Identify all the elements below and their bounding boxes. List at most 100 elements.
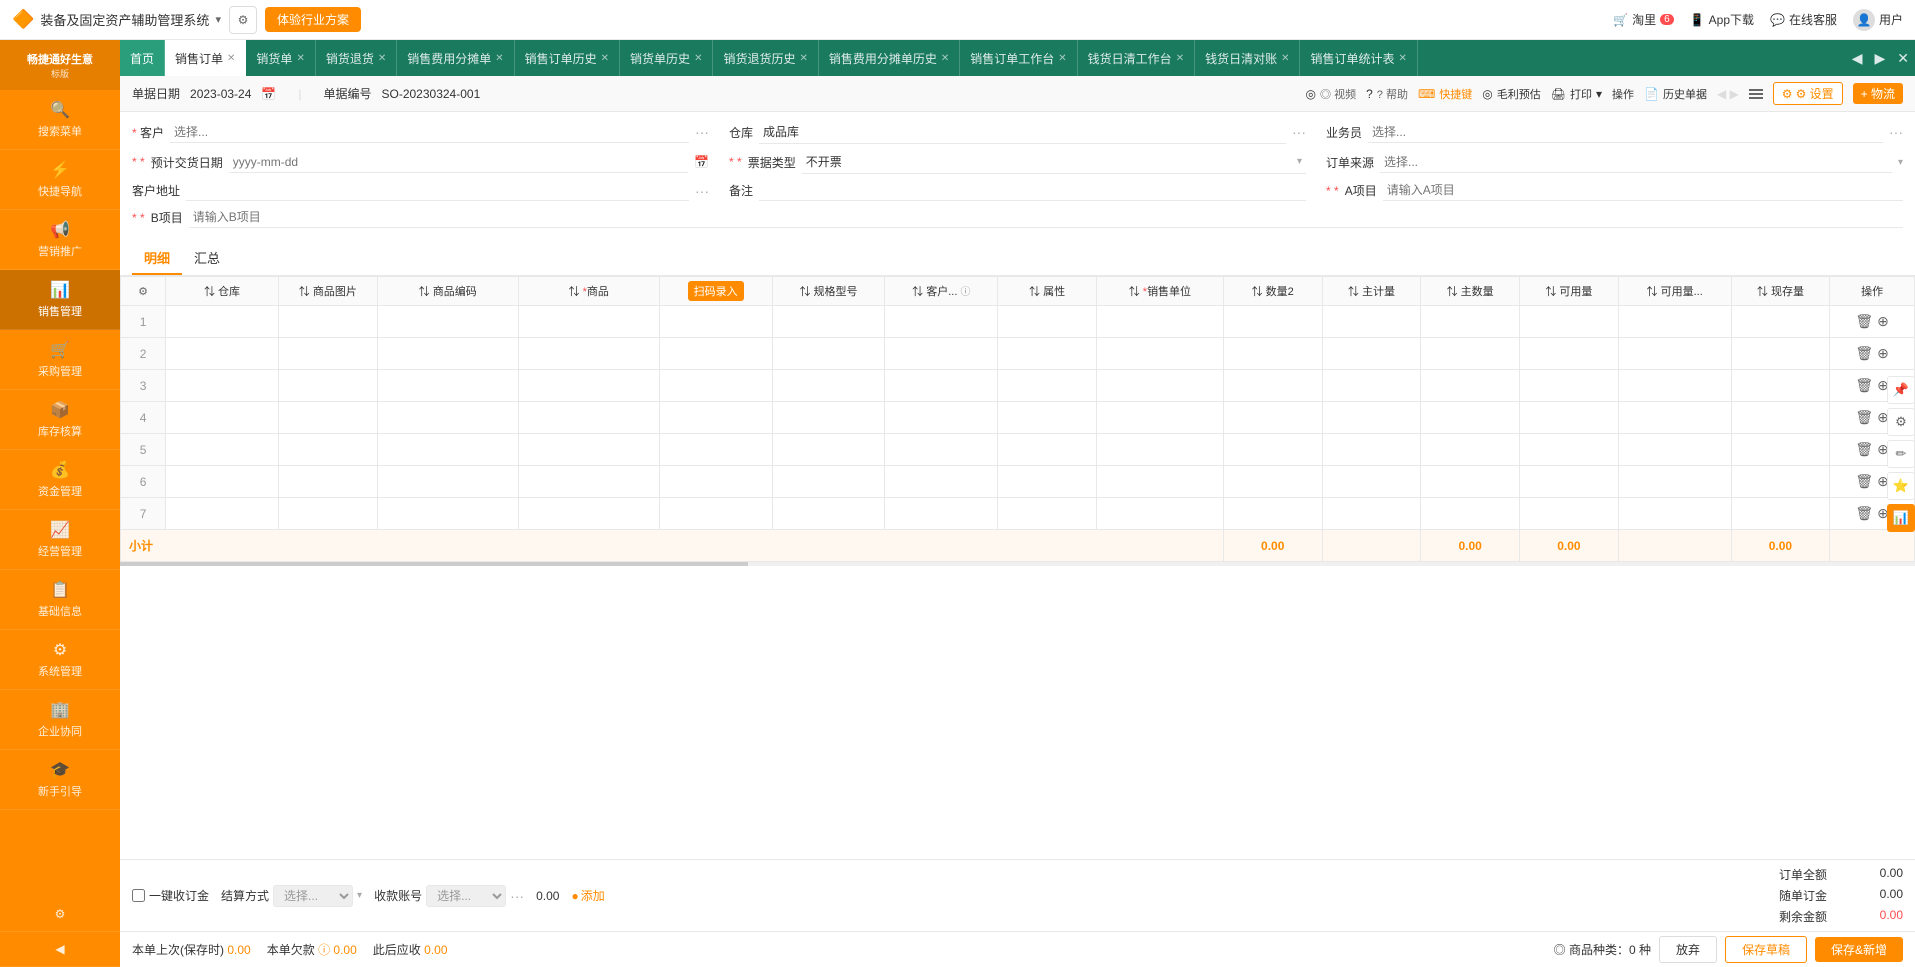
sort-main-unit[interactable]: ⇅ <box>1348 286 1359 298</box>
float-btn-1[interactable]: 📌 <box>1887 376 1915 404</box>
sidebar-item-operations[interactable]: 📈 经营管理 <box>0 510 120 570</box>
system-dropdown-icon[interactable]: ▾ <box>215 13 221 26</box>
b-project-input[interactable] <box>189 207 1903 228</box>
shop-link[interactable]: 🛒 淘里 6 <box>1613 11 1674 28</box>
settings-button[interactable]: ⚙ <box>229 6 257 34</box>
sidebar-item-purchase[interactable]: 🛒 采购管理 <box>0 330 120 390</box>
a-project-input[interactable] <box>1383 180 1903 201</box>
user-menu[interactable]: 👤 用户 <box>1853 9 1903 31</box>
sidebar-item-sales[interactable]: 📊 销售管理 <box>0 270 120 330</box>
float-btn-4[interactable]: ⭐ <box>1887 472 1915 500</box>
tab-close-stats[interactable]: ✕ <box>1399 53 1407 64</box>
copy-row-icon[interactable]: ⊕ <box>1877 313 1889 330</box>
receipt-account-select[interactable]: 选择... <box>426 885 506 907</box>
sort-avail-more[interactable]: ⇅ <box>1647 286 1658 298</box>
tab-sales-return[interactable]: 销货单 ✕ <box>246 40 315 76</box>
sidebar-item-basic[interactable]: 📋 基础信息 <box>0 570 120 630</box>
sort-product[interactable]: ⇅ <box>569 286 580 298</box>
online-service-link[interactable]: 💬 在线客服 <box>1770 11 1837 28</box>
sidebar-item-search[interactable]: 🔍 搜索菜单 <box>0 90 120 150</box>
customer-address-input[interactable] <box>186 180 689 201</box>
tab-detail[interactable]: 明细 <box>132 242 182 275</box>
order-source-dropdown[interactable]: ▾ <box>1898 157 1903 168</box>
profit-estimate-button[interactable]: ◎ 毛利预估 <box>1482 86 1540 102</box>
operation-button[interactable]: 操作 <box>1612 86 1634 102</box>
shortcut-button[interactable]: ⌨ 快捷键 <box>1418 86 1472 102</box>
tab-close-expense-history[interactable]: ✕ <box>941 53 949 64</box>
sort-avail[interactable]: ⇅ <box>1545 286 1556 298</box>
copy-row-icon[interactable]: ⊕ <box>1877 345 1889 362</box>
customer-more-button[interactable]: ··· <box>695 124 709 140</box>
tab-sales-expense-split[interactable]: 销售费用分摊单 ✕ <box>397 40 514 76</box>
salesperson-input[interactable] <box>1368 122 1883 143</box>
tab-close-return-history[interactable]: ✕ <box>694 53 702 64</box>
tab-close-cash-workbench[interactable]: ✕ <box>1176 53 1184 64</box>
sidebar-item-quick-nav[interactable]: ⚡ 快捷导航 <box>0 150 120 210</box>
tab-cash-daily-workbench[interactable]: 钱货日清工作台 ✕ <box>1078 40 1195 76</box>
tab-close-expense-split[interactable]: ✕ <box>495 53 503 64</box>
tab-sales-workbench[interactable]: 销售订单工作台 ✕ <box>960 40 1077 76</box>
settle-dropdown-icon[interactable]: ▾ <box>357 890 362 901</box>
delete-row-icon[interactable]: 🗑 <box>1855 313 1873 330</box>
discard-button[interactable]: 放弃 <box>1659 936 1717 963</box>
tab-close-sales-refund[interactable]: ✕ <box>378 53 386 64</box>
add-button[interactable]: ● 添加 <box>571 887 604 904</box>
sort-main-qty[interactable]: ⇅ <box>1447 286 1458 298</box>
sort-spec[interactable]: ⇅ <box>799 286 810 298</box>
sort-unit[interactable]: ⇅ <box>1129 286 1140 298</box>
current-amount-info-icon[interactable]: ⓘ <box>318 943 330 957</box>
sidebar-item-enterprise[interactable]: 🏢 企业协同 <box>0 690 120 750</box>
tab-summary[interactable]: 汇总 <box>182 242 232 275</box>
sidebar-item-system[interactable]: ⚙ 系统管理 <box>0 630 120 690</box>
tab-sales-refund-history[interactable]: 销货退货历史 ✕ <box>713 40 818 76</box>
system-name[interactable]: 🔶 装备及固定资产辅助管理系统 ▾ <box>12 9 221 30</box>
grid-view-button[interactable] <box>1749 89 1763 99</box>
tab-sales-return-history[interactable]: 销货单历史 ✕ <box>620 40 713 76</box>
sort-warehouse[interactable]: ⇅ <box>204 286 215 298</box>
receipt-more-button[interactable]: ··· <box>510 888 524 904</box>
delete-row-icon[interactable]: 🗑 <box>1855 345 1873 362</box>
delete-row-icon[interactable]: 🗑 <box>1855 441 1873 458</box>
tab-sales-expense-history[interactable]: 销售费用分摊单历史 ✕ <box>819 40 960 76</box>
save-draft-button[interactable]: 保存草稿 <box>1725 936 1807 963</box>
sidebar-item-marketing[interactable]: 📢 营销推广 <box>0 210 120 270</box>
one-click-label[interactable]: 一键收订金 <box>132 887 209 904</box>
tab-sales-stats[interactable]: 销售订单统计表 ✕ <box>1300 40 1417 76</box>
tab-close-sales-return[interactable]: ✕ <box>296 53 304 64</box>
customer-input[interactable] <box>170 122 689 143</box>
calendar-icon[interactable]: 📅 <box>261 87 276 101</box>
sort-img[interactable]: ⇅ <box>299 286 310 298</box>
one-click-checkbox[interactable] <box>132 889 145 902</box>
float-btn-2[interactable]: ⚙ <box>1887 408 1915 436</box>
delete-row-icon[interactable]: 🗑 <box>1855 409 1873 426</box>
salesperson-more-button[interactable]: ··· <box>1889 124 1903 140</box>
sort-code[interactable]: ⇅ <box>419 286 430 298</box>
sort-current[interactable]: ⇅ <box>1757 286 1768 298</box>
print-button[interactable]: 🖨 打印 ▾ <box>1551 86 1602 102</box>
tab-next-button[interactable]: ▶ <box>1868 50 1891 67</box>
tab-close-cash-reconcile[interactable]: ✕ <box>1281 53 1289 64</box>
tab-cash-daily-reconcile[interactable]: 钱货日清对账 ✕ <box>1195 40 1300 76</box>
settings-form-button[interactable]: ⚙ ⚙ 设置 <box>1773 82 1843 105</box>
sidebar-item-inventory[interactable]: 📦 库存核算 <box>0 390 120 450</box>
warehouse-more-button[interactable]: ··· <box>1292 124 1306 140</box>
address-more-button[interactable]: ··· <box>695 183 709 199</box>
sort-attr[interactable]: ⇅ <box>1029 286 1040 298</box>
sidebar-item-guide[interactable]: 🎓 新手引导 <box>0 750 120 810</box>
delete-row-icon[interactable]: 🗑 <box>1855 473 1873 490</box>
tab-close-workbench[interactable]: ✕ <box>1058 53 1066 64</box>
invoice-type-select[interactable]: 不开票 ▾ <box>802 150 1306 174</box>
print-dropdown[interactable]: ▾ <box>1596 87 1602 101</box>
tab-sales-order-history[interactable]: 销售订单历史 ✕ <box>515 40 620 76</box>
sidebar-item-capital[interactable]: 💰 资金管理 <box>0 450 120 510</box>
col-settings-icon[interactable]: ⚙ <box>138 286 148 298</box>
scan-button[interactable]: 扫码录入 <box>688 281 744 301</box>
settle-method-select[interactable]: 选择... <box>273 885 353 907</box>
delete-row-icon[interactable]: 🗑 <box>1855 377 1873 394</box>
tab-expand-button[interactable]: ✕ <box>1891 50 1915 67</box>
sidebar-bottom-settings[interactable]: ⚙ <box>0 897 120 932</box>
save-new-button[interactable]: 保存&新增 <box>1815 937 1903 962</box>
delete-row-icon[interactable]: 🗑 <box>1855 505 1873 522</box>
add-logistics-button[interactable]: + 物流 <box>1853 83 1903 104</box>
float-btn-5[interactable]: 📊 <box>1887 504 1915 532</box>
